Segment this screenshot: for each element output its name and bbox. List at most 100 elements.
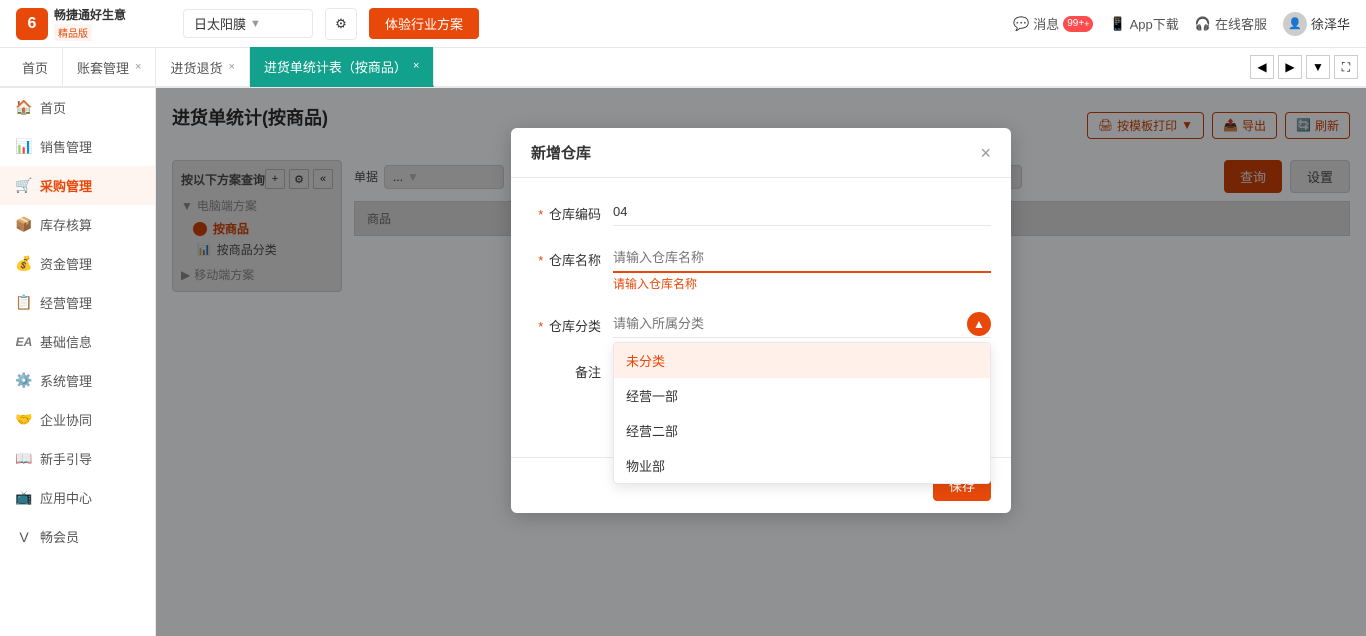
tab-home-label: 首页 bbox=[22, 58, 48, 77]
tab-account[interactable]: 账套管理 × bbox=[63, 47, 156, 87]
online-service-label: 在线客服 bbox=[1215, 14, 1267, 33]
warehouse-name-input[interactable] bbox=[613, 244, 991, 273]
tab-purchase-return-label: 进货退货 bbox=[170, 58, 222, 77]
inventory-icon: 📦 bbox=[16, 217, 32, 233]
warehouse-category-control: ▲ 未分类 经营一部 经营二部 物业部 bbox=[613, 310, 991, 338]
basic-info-icon: EA bbox=[16, 334, 32, 350]
mobile-icon: 📱 bbox=[1109, 16, 1125, 32]
sales-icon: 📊 bbox=[16, 139, 32, 155]
tab-fullscreen-btn[interactable]: ⛶ bbox=[1334, 55, 1358, 79]
operations-icon: 📋 bbox=[16, 295, 32, 311]
finance-icon: 💰 bbox=[16, 256, 32, 272]
warehouse-name-label: * 仓库名称 bbox=[531, 244, 601, 269]
dropdown-item-unclassified[interactable]: 未分类 bbox=[614, 343, 990, 378]
modal-header: 新增仓库 × bbox=[511, 128, 1011, 178]
warehouse-code-label: * 仓库编码 bbox=[531, 198, 601, 223]
app-download-label: App下载 bbox=[1130, 14, 1179, 33]
app-download-action[interactable]: 📱 App下载 bbox=[1109, 14, 1178, 33]
online-service-action[interactable]: 🎧 在线客服 bbox=[1195, 14, 1267, 33]
sidebar-label-guide: 新手引导 bbox=[40, 449, 92, 468]
logo-text-area: 畅捷通好生意 精品版 bbox=[54, 6, 126, 41]
sidebar-item-home[interactable]: 🏠 首页 bbox=[0, 88, 155, 127]
sidebar-item-guide[interactable]: 📖 新手引导 bbox=[0, 439, 155, 478]
warehouse-category-input[interactable] bbox=[613, 310, 991, 338]
sidebar-item-basic-info[interactable]: EA 基础信息 bbox=[0, 322, 155, 361]
modal-close-button[interactable]: × bbox=[980, 144, 991, 162]
chevron-up-icon: ▲ bbox=[973, 317, 985, 331]
notification-badge: 99+ bbox=[1063, 16, 1093, 32]
tab-bar: 首页 账套管理 × 进货退货 × 进货单统计表（按商品） × ◀ ▶ ▼ ⛶ bbox=[0, 48, 1366, 88]
sidebar-label-collab: 企业协同 bbox=[40, 410, 92, 429]
sidebar-item-purchase[interactable]: 🛒 采购管理 bbox=[0, 166, 155, 205]
tab-purchase-return-close[interactable]: × bbox=[228, 61, 234, 73]
trial-button[interactable]: 体验行业方案 bbox=[369, 8, 479, 39]
sidebar-label-operations: 经营管理 bbox=[40, 293, 92, 312]
settings-icon-btn[interactable]: ⚙ bbox=[325, 8, 357, 40]
sidebar-label-basic-info: 基础信息 bbox=[40, 332, 92, 351]
sidebar: 🏠 首页 📊 销售管理 🛒 采购管理 📦 库存核算 💰 资金管理 📋 经营管理 … bbox=[0, 88, 156, 636]
tab-stats[interactable]: 进货单统计表（按商品） × bbox=[250, 47, 434, 87]
warehouse-name-control: 请输入仓库名称 bbox=[613, 244, 991, 292]
guide-icon: 📖 bbox=[16, 451, 32, 467]
warehouse-category-label: * 仓库分类 bbox=[531, 310, 601, 335]
tab-prev-btn[interactable]: ◀ bbox=[1250, 55, 1274, 79]
tab-stats-label: 进货单统计表（按商品） bbox=[264, 57, 407, 76]
sidebar-label-member: 畅会员 bbox=[40, 527, 79, 546]
form-row-name: * 仓库名称 请输入仓库名称 bbox=[531, 244, 991, 292]
required-star-name: * bbox=[538, 253, 543, 268]
user-avatar: 👤 bbox=[1283, 12, 1307, 36]
sidebar-label-purchase: 采购管理 bbox=[40, 176, 92, 195]
sidebar-label-home: 首页 bbox=[40, 98, 66, 117]
member-icon: V bbox=[16, 529, 32, 545]
purchase-icon: 🛒 bbox=[16, 178, 32, 194]
category-dropdown-toggle[interactable]: ▲ bbox=[967, 312, 991, 336]
store-selector[interactable]: 日太阳膜 ▼ bbox=[183, 9, 313, 38]
sidebar-item-member[interactable]: V 畅会员 bbox=[0, 517, 155, 556]
dropdown-item-dept1[interactable]: 经营一部 bbox=[614, 378, 990, 413]
tab-next-btn[interactable]: ▶ bbox=[1278, 55, 1302, 79]
sidebar-label-finance: 资金管理 bbox=[40, 254, 92, 273]
sidebar-item-system[interactable]: ⚙️ 系统管理 bbox=[0, 361, 155, 400]
category-dropdown-menu: 未分类 经营一部 经营二部 物业部 bbox=[613, 342, 991, 484]
tab-purchase-return[interactable]: 进货退货 × bbox=[156, 47, 249, 87]
modal-overlay: 新增仓库 × * 仓库编码 bbox=[156, 88, 1366, 636]
dropdown-item-dept3[interactable]: 物业部 bbox=[614, 448, 990, 483]
warehouse-code-input[interactable] bbox=[613, 198, 991, 226]
home-icon: 🏠 bbox=[16, 100, 32, 116]
modal-body: * 仓库编码 * 仓库名称 bbox=[511, 178, 1011, 457]
tab-account-close[interactable]: × bbox=[135, 61, 141, 73]
modal-title: 新增仓库 bbox=[531, 142, 591, 163]
sidebar-item-collab[interactable]: 🤝 企业协同 bbox=[0, 400, 155, 439]
sidebar-label-inventory: 库存核算 bbox=[40, 215, 92, 234]
sidebar-item-appstore[interactable]: 📺 应用中心 bbox=[0, 478, 155, 517]
logo-letter: 6 bbox=[28, 15, 37, 33]
message-label: 消息 bbox=[1033, 14, 1059, 33]
tab-controls: ◀ ▶ ▼ ⛶ bbox=[1250, 55, 1358, 79]
sidebar-label-system: 系统管理 bbox=[40, 371, 92, 390]
form-row-category: * 仓库分类 ▲ 未分类 经营一部 经营二 bbox=[531, 310, 991, 338]
logo-name: 畅捷通好生意 bbox=[54, 6, 126, 23]
gear-icon: ⚙ bbox=[335, 16, 347, 32]
tab-menu-btn[interactable]: ▼ bbox=[1306, 55, 1330, 79]
message-icon: 💬 bbox=[1013, 16, 1029, 32]
sidebar-item-inventory[interactable]: 📦 库存核算 bbox=[0, 205, 155, 244]
store-name: 日太阳膜 bbox=[194, 14, 246, 33]
message-action[interactable]: 💬 消息 99+ bbox=[1013, 14, 1093, 33]
logo-icon: 6 bbox=[16, 8, 48, 40]
user-area[interactable]: 👤 徐泽华 bbox=[1283, 12, 1350, 36]
system-icon: ⚙️ bbox=[16, 373, 32, 389]
tab-account-label: 账套管理 bbox=[77, 58, 129, 77]
header-right: 💬 消息 99+ 📱 App下载 🎧 在线客服 👤 徐泽华 bbox=[1013, 12, 1350, 36]
sidebar-item-finance[interactable]: 💰 资金管理 bbox=[0, 244, 155, 283]
required-star-code: * bbox=[538, 207, 543, 222]
main-layout: 🏠 首页 📊 销售管理 🛒 采购管理 📦 库存核算 💰 资金管理 📋 经营管理 … bbox=[0, 88, 1366, 636]
sidebar-item-sales[interactable]: 📊 销售管理 bbox=[0, 127, 155, 166]
logo-badge: 精品版 bbox=[54, 24, 92, 41]
dropdown-item-dept2[interactable]: 经营二部 bbox=[614, 413, 990, 448]
tab-home[interactable]: 首页 bbox=[8, 47, 63, 87]
sidebar-label-sales: 销售管理 bbox=[40, 137, 92, 156]
avatar-icon: 👤 bbox=[1288, 17, 1302, 30]
sidebar-item-operations[interactable]: 📋 经营管理 bbox=[0, 283, 155, 322]
tab-stats-close[interactable]: × bbox=[413, 60, 419, 72]
warehouse-name-error: 请输入仓库名称 bbox=[613, 275, 991, 292]
